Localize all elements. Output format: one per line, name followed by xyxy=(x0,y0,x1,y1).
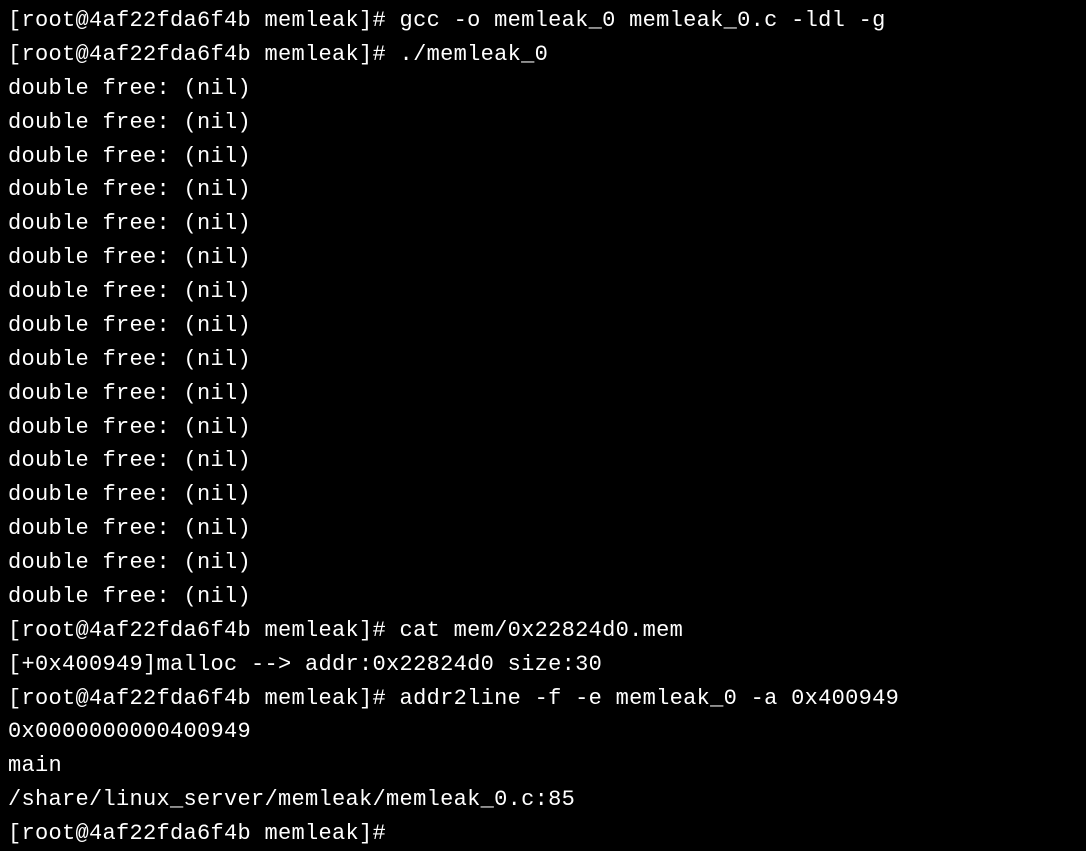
terminal-line-output: double free: (nil) xyxy=(8,241,1078,275)
terminal-line-output: double free: (nil) xyxy=(8,140,1078,174)
terminal-line-output: double free: (nil) xyxy=(8,546,1078,580)
terminal-line-output: double free: (nil) xyxy=(8,580,1078,614)
terminal-line-output: double free: (nil) xyxy=(8,106,1078,140)
terminal-line-output: double free: (nil) xyxy=(8,512,1078,546)
terminal-line-prompt-command: [root@4af22fda6f4b memleak]# cat mem/0x2… xyxy=(8,614,1078,648)
terminal-line-prompt-command: [root@4af22fda6f4b memleak]# ./memleak_0 xyxy=(8,38,1078,72)
terminal-line-output: double free: (nil) xyxy=(8,343,1078,377)
terminal-line-prompt: [root@4af22fda6f4b memleak]# xyxy=(8,817,1078,851)
terminal-line-prompt-command: [root@4af22fda6f4b memleak]# gcc -o meml… xyxy=(8,4,1078,38)
terminal-line-output: [+0x400949]malloc --> addr:0x22824d0 siz… xyxy=(8,648,1078,682)
terminal-line-output: double free: (nil) xyxy=(8,173,1078,207)
terminal-line-output: double free: (nil) xyxy=(8,309,1078,343)
terminal-line-output: double free: (nil) xyxy=(8,275,1078,309)
terminal-line-output: main xyxy=(8,749,1078,783)
terminal-line-prompt-command: [root@4af22fda6f4b memleak]# addr2line -… xyxy=(8,682,1078,716)
terminal-line-output: double free: (nil) xyxy=(8,207,1078,241)
terminal-line-output: 0x0000000000400949 xyxy=(8,715,1078,749)
terminal-line-output: double free: (nil) xyxy=(8,377,1078,411)
terminal-line-output: double free: (nil) xyxy=(8,478,1078,512)
terminal-line-output: double free: (nil) xyxy=(8,72,1078,106)
terminal-line-output: double free: (nil) xyxy=(8,411,1078,445)
terminal-line-output: double free: (nil) xyxy=(8,444,1078,478)
terminal-output[interactable]: [root@4af22fda6f4b memleak]# gcc -o meml… xyxy=(8,4,1078,851)
terminal-line-output: /share/linux_server/memleak/memleak_0.c:… xyxy=(8,783,1078,817)
